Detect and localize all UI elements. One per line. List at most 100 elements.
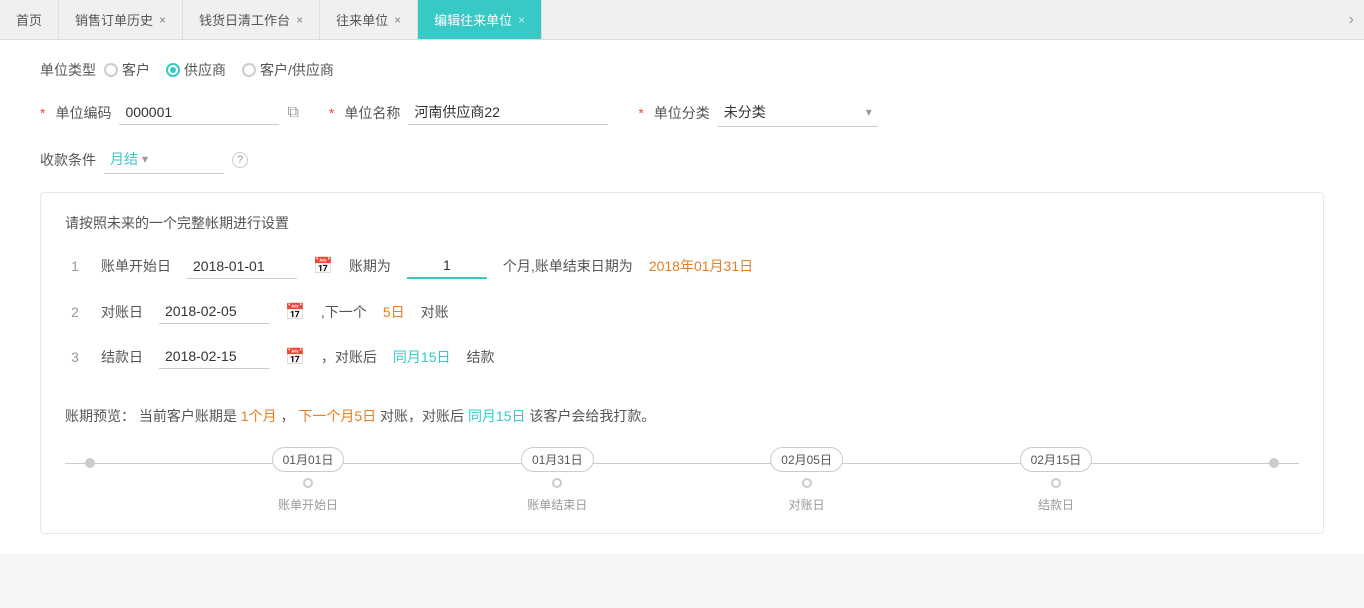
timeline-dot-2 (552, 478, 562, 488)
timeline-badge-3: 02月05日 (770, 447, 843, 472)
row-suffix-2a: ,下一个 (321, 302, 367, 322)
timeline-badge-1: 01月01日 (272, 447, 345, 472)
timeline-label-1: 账单开始日 (278, 496, 338, 513)
radio-supplier[interactable]: 供应商 (166, 60, 226, 80)
preview-section: 账期预览： 当前客户账期是 1个月 ， 下一个月5日 对账，对账后 同月15日 … (65, 389, 1299, 513)
tab-partner-units-label: 往来单位 (336, 10, 388, 29)
timeline-badge-4: 02月15日 (1020, 447, 1093, 472)
unit-category-arrow-icon: ▾ (866, 105, 872, 119)
preview-highlight1: 1个月 (241, 408, 277, 424)
row-date-3[interactable] (159, 344, 269, 369)
timeline-label-2: 账单结束日 (527, 496, 587, 513)
tab-sales-history[interactable]: 销售订单历史 × (59, 0, 183, 39)
payment-terms-label: 收款条件 (40, 150, 96, 170)
row-num-1: 1 (65, 258, 85, 274)
radio-group-unit-type: 客户 供应商 客户/供应商 (104, 60, 334, 80)
radio-supplier-label: 供应商 (184, 60, 226, 80)
timeline-dot-1 (303, 478, 313, 488)
row-label-3: 结款日 (101, 347, 143, 367)
tab-edit-partner-close[interactable]: × (518, 13, 525, 27)
unit-name-field: * 单位名称 (329, 100, 608, 125)
timeline-dot-3 (802, 478, 812, 488)
tab-partner-units[interactable]: 往来单位 × (320, 0, 418, 39)
unit-type-label: 单位类型 (40, 60, 96, 80)
data-row-2: 2 对账日 📅 ,下一个 5日 对账 (65, 299, 1299, 324)
tab-edit-partner[interactable]: 编辑往来单位 × (418, 0, 542, 39)
data-row-1: 1 账单开始日 📅 账期为 个月,账单结束日期为 2018年01月31日 (65, 253, 1299, 279)
row-suffix-2b: 5日 (383, 302, 405, 322)
radio-customer[interactable]: 客户 (104, 60, 150, 80)
radio-supplier-circle (166, 63, 180, 77)
timeline-items: 01月01日 账单开始日 01月31日 账单结束日 02月05日 对账日 (85, 447, 1279, 513)
row-suffix-2c: 对账 (421, 302, 449, 322)
row-suffix-3c: 结款 (467, 347, 495, 367)
tab-sales-history-label: 销售订单历史 (75, 10, 153, 29)
unit-category-select[interactable]: 未分类 ▾ (718, 98, 878, 127)
tabs-scroll-right[interactable]: › (1339, 0, 1364, 39)
tabs-bar: 首页 销售订单历史 × 钱货日清工作台 × 往来单位 × 编辑往来单位 × › (0, 0, 1364, 40)
preview-before: 当前客户账期是 (139, 408, 237, 424)
timeline-item-end (1269, 447, 1279, 468)
timeline-label-3: 对账日 (789, 496, 825, 513)
period-settings-card: 请按照未来的一个完整帐期进行设置 1 账单开始日 📅 账期为 个月,账单结束日期… (40, 192, 1324, 534)
row-calendar-icon-1[interactable]: 📅 (313, 256, 333, 276)
row-suffix-1: 账期为 (349, 256, 391, 276)
timeline-dot-4 (1051, 478, 1061, 488)
unit-code-input[interactable] (119, 100, 279, 125)
tab-partner-units-close[interactable]: × (394, 13, 401, 27)
tab-edit-partner-label: 编辑往来单位 (434, 10, 512, 29)
unit-code-copy-icon[interactable]: ⧉ (287, 104, 298, 122)
timeline-item-4: 02月15日 结款日 (1020, 447, 1093, 513)
radio-customer-label: 客户 (122, 60, 150, 80)
preview-highlight2: 下一个月5日 (298, 408, 376, 424)
timeline-label-4: 结款日 (1038, 496, 1074, 513)
period-value-input[interactable] (407, 253, 487, 279)
unit-category-label: 单位分类 (654, 103, 710, 123)
payment-terms-help-icon[interactable]: ? (232, 152, 248, 168)
unit-code-field: * 单位编码 ⧉ (40, 100, 299, 125)
row-date-2[interactable] (159, 299, 269, 324)
unit-name-star: * (329, 105, 334, 121)
section-title: 请按照未来的一个完整帐期进行设置 (65, 213, 1299, 233)
unit-type-field: 单位类型 客户 供应商 客户/供应商 (40, 60, 334, 80)
row-suffix-3b: 同月15日 (393, 347, 451, 367)
radio-both[interactable]: 客户/供应商 (242, 60, 334, 80)
preview-mid1: ， (280, 408, 294, 424)
timeline-dot-start (85, 458, 95, 468)
unit-category-value: 未分类 (724, 102, 766, 122)
row-suffix-3a: ，对账后 (321, 347, 377, 367)
tab-home-label: 首页 (16, 10, 42, 29)
row-num-3: 3 (65, 349, 85, 365)
timeline-dot-end (1269, 458, 1279, 468)
preview-text: 账期预览： 当前客户账期是 1个月 ， 下一个月5日 对账，对账后 同月15日 … (65, 405, 1299, 427)
payment-terms-select[interactable]: 月结 ▾ (104, 145, 224, 174)
preview-highlight3: 同月15日 (468, 408, 526, 424)
radio-both-circle (242, 63, 256, 77)
radio-both-label: 客户/供应商 (260, 60, 334, 80)
payment-terms-value: 月结 (110, 149, 138, 169)
unit-code-star: * (40, 105, 45, 121)
tab-cash-ledger-close[interactable]: × (296, 13, 303, 27)
row-period-highlight: 2018年01月31日 (649, 256, 753, 276)
data-row-3: 3 结款日 📅 ，对账后 同月15日 结款 (65, 344, 1299, 369)
radio-customer-circle (104, 63, 118, 77)
tab-sales-history-close[interactable]: × (159, 13, 166, 27)
timeline-item-1: 01月01日 账单开始日 (272, 447, 345, 513)
row-num-2: 2 (65, 304, 85, 320)
unit-name-label: 单位名称 (344, 103, 400, 123)
payment-terms-arrow-icon: ▾ (142, 152, 148, 166)
unit-name-input[interactable] (408, 100, 608, 125)
unit-category-star: * (638, 105, 643, 121)
row-date-1[interactable] (187, 254, 297, 279)
tab-cash-ledger-label: 钱货日清工作台 (199, 10, 290, 29)
payment-terms-field: 收款条件 月结 ▾ ? (40, 145, 248, 174)
tab-home[interactable]: 首页 (0, 0, 59, 39)
row-calendar-icon-2[interactable]: 📅 (285, 302, 305, 322)
payment-terms-row: 收款条件 月结 ▾ ? (40, 145, 1324, 174)
tab-cash-ledger[interactable]: 钱货日清工作台 × (183, 0, 320, 39)
preview-label: 账期预览： (65, 408, 135, 424)
row-label-2: 对账日 (101, 302, 143, 322)
preview-mid2: 对账，对账后 (380, 408, 464, 424)
row-calendar-icon-3[interactable]: 📅 (285, 347, 305, 367)
main-content: 单位类型 客户 供应商 客户/供应商 * 单位编码 (0, 40, 1364, 554)
